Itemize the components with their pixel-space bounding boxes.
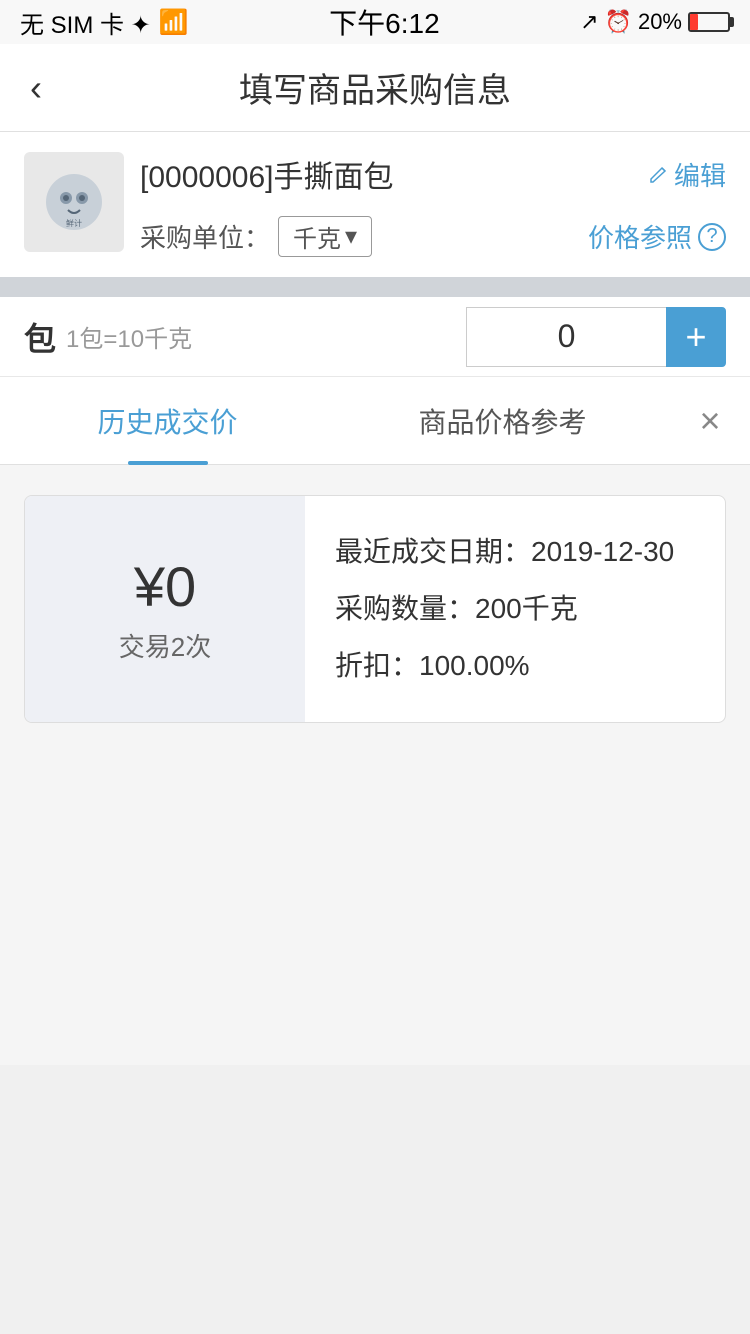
conversion-note: 1包=10千克 <box>66 319 192 354</box>
status-bar: 无 SIM 卡 ✦ 📶 下午6:12 ↗ ⏰ 20% <box>0 0 750 44</box>
tab-close-button[interactable]: × <box>670 400 750 442</box>
alarm-icon: ⏰ <box>605 9 632 35</box>
product-image: 鲜计 <box>24 152 124 252</box>
tab-product-label: 商品价格参考 <box>418 401 586 441</box>
price-transactions: 交易2次 <box>119 627 211 664</box>
product-top-row: [0000006]手撕面包 编辑 <box>140 152 726 196</box>
price-recent-date: 最近成交日期：2019-12-30 <box>335 532 695 571</box>
quantity-label: 包 1包=10千克 <box>24 314 192 360</box>
price-card-left: ¥0 交易2次 <box>25 496 305 722</box>
quantity-input[interactable]: 0 <box>466 307 666 367</box>
wifi-icon: 📶 <box>159 8 189 37</box>
price-card: ¥0 交易2次 最近成交日期：2019-12-30 采购数量：200千克 折扣：… <box>24 495 726 723</box>
tab-product-price[interactable]: 商品价格参考 <box>335 377 670 465</box>
battery-percent: 20% <box>638 9 682 35</box>
status-right: ↗ ⏰ 20% <box>580 9 730 35</box>
back-button[interactable]: ‹ <box>20 57 52 119</box>
quantity-row: 包 1包=10千克 0 + <box>0 297 750 377</box>
product-info: [0000006]手撕面包 编辑 采购单位： 千克 ▾ 价格参照 ? <box>140 152 726 257</box>
price-discount: 折扣：100.00% <box>335 646 695 685</box>
page-title: 填写商品采购信息 <box>239 63 511 112</box>
status-left: 无 SIM 卡 ✦ 📶 <box>20 5 189 40</box>
unit-select[interactable]: 千克 ▾ <box>278 216 372 257</box>
product-name: [0000006]手撕面包 <box>140 152 393 196</box>
price-card-right: 最近成交日期：2019-12-30 采购数量：200千克 折扣：100.00% <box>305 496 725 722</box>
battery-icon <box>688 12 730 32</box>
unit-label: 采购单位： <box>140 218 270 255</box>
tab-underline <box>128 461 208 465</box>
unit-char: 包 <box>24 314 56 360</box>
product-thumbnail: 鲜计 <box>44 172 104 232</box>
price-amount: ¥0 <box>134 554 196 619</box>
nav-bar: ‹ 填写商品采购信息 <box>0 44 750 132</box>
unit-row: 采购单位： 千克 ▾ <box>140 216 372 257</box>
price-purchase-qty: 采购数量：200千克 <box>335 589 695 628</box>
product-bottom-row: 采购单位： 千克 ▾ 价格参照 ? <box>140 216 726 257</box>
sim-text: 无 SIM 卡 ✦ <box>20 5 151 40</box>
quantity-controls: 0 + <box>466 307 726 367</box>
help-icon: ? <box>698 223 726 251</box>
location-icon: ↗ <box>580 9 598 35</box>
tab-history-label: 历史成交价 <box>97 401 237 441</box>
status-time: 下午6:12 <box>329 2 440 42</box>
quantity-plus-button[interactable]: + <box>666 307 726 367</box>
edit-button[interactable]: 编辑 <box>648 156 726 193</box>
dropdown-arrow-icon: ▾ <box>345 222 357 251</box>
svg-text:鲜计: 鲜计 <box>66 218 82 228</box>
product-card: 鲜计 [0000006]手撕面包 编辑 采购单位： 千克 ▾ <box>0 132 750 277</box>
separator-bar <box>0 277 750 297</box>
price-ref-button[interactable]: 价格参照 ? <box>588 218 726 255</box>
main-content: ¥0 交易2次 最近成交日期：2019-12-30 采购数量：200千克 折扣：… <box>0 465 750 1065</box>
price-card-container: ¥0 交易2次 最近成交日期：2019-12-30 采购数量：200千克 折扣：… <box>0 465 750 753</box>
tab-history-price[interactable]: 历史成交价 <box>0 377 335 465</box>
tabs-container: 历史成交价 商品价格参考 × <box>0 377 750 465</box>
